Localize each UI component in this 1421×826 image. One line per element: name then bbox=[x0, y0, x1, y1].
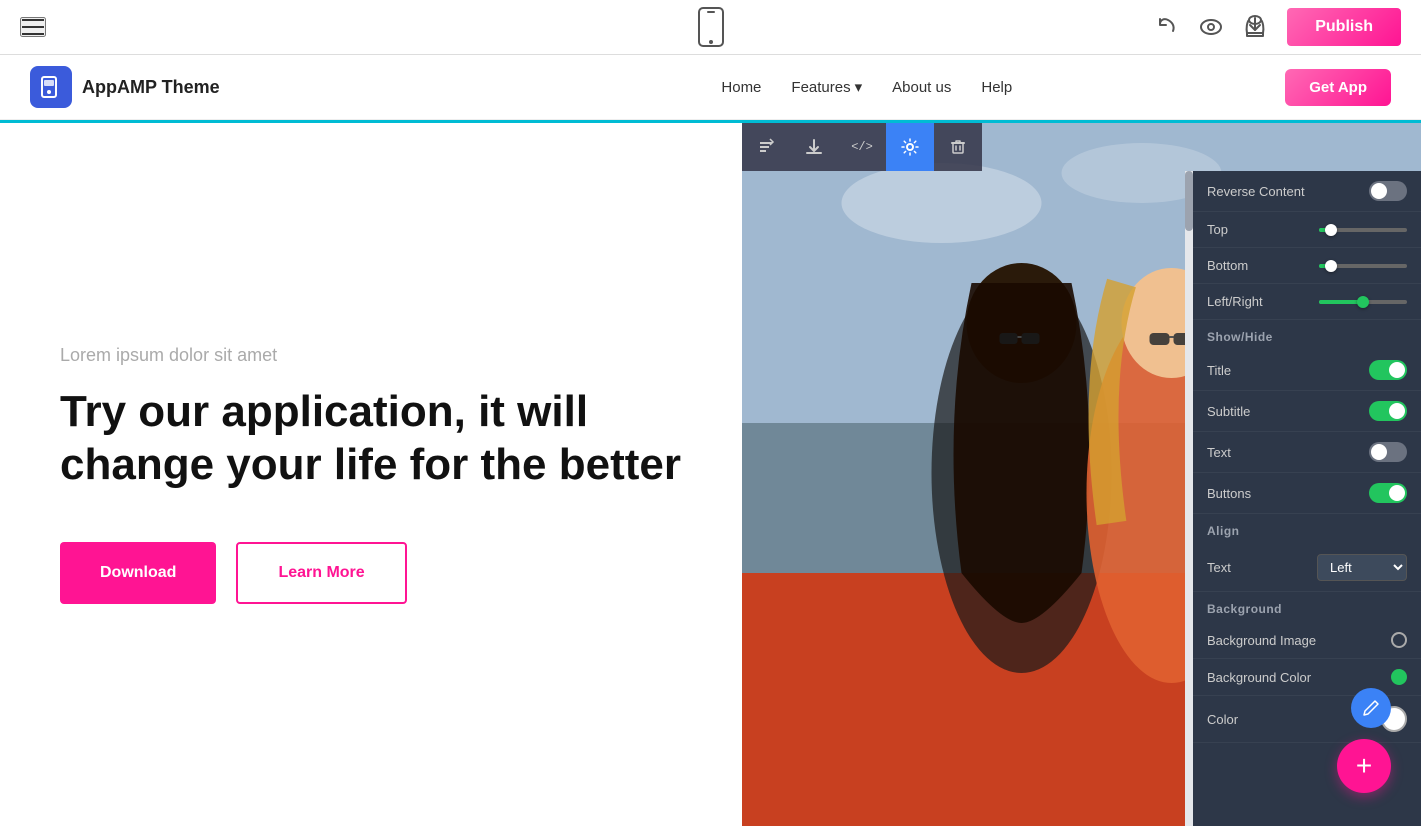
background-image-row: Background Image bbox=[1193, 622, 1421, 659]
undo-button[interactable] bbox=[1157, 16, 1179, 38]
nav-features[interactable]: Features ▾ bbox=[791, 78, 862, 96]
nav-about[interactable]: About us bbox=[892, 79, 951, 96]
background-color-label: Background Color bbox=[1207, 670, 1311, 685]
site-header: AppAMP Theme Home Features ▾ About us He… bbox=[0, 55, 1421, 120]
plus-icon: + bbox=[1356, 752, 1372, 780]
hero-button-row: Download Learn More bbox=[60, 542, 682, 604]
background-color-row: Background Color bbox=[1193, 659, 1421, 696]
text-toggle[interactable] bbox=[1369, 442, 1407, 462]
title-label: Title bbox=[1207, 363, 1231, 378]
title-toggle[interactable] bbox=[1369, 360, 1407, 380]
left-right-slider[interactable] bbox=[1319, 300, 1407, 304]
panel-actions-toolbar: </> bbox=[742, 123, 982, 171]
content-panel: Lorem ipsum dolor sit amet Try our appli… bbox=[0, 123, 742, 826]
download-action-button[interactable] bbox=[790, 123, 838, 171]
toolbar-right: Publish bbox=[1157, 8, 1401, 46]
settings-panel: Reverse Content Top Bottom bbox=[1193, 171, 1421, 826]
subtitle-label: Subtitle bbox=[1207, 404, 1250, 419]
bottom-slider[interactable] bbox=[1319, 264, 1407, 268]
text-toggle-row: Text bbox=[1193, 432, 1421, 473]
hero-subtitle: Lorem ipsum dolor sit amet bbox=[60, 345, 682, 366]
left-right-label: Left/Right bbox=[1207, 294, 1263, 309]
buttons-toggle[interactable] bbox=[1369, 483, 1407, 503]
toolbar-center bbox=[697, 6, 725, 48]
text-align-select[interactable]: Left Center Right bbox=[1317, 554, 1407, 581]
site-title: AppAMP Theme bbox=[82, 77, 220, 98]
nav-home[interactable]: Home bbox=[721, 79, 761, 96]
export-button[interactable] bbox=[1243, 15, 1267, 39]
get-app-button[interactable]: Get App bbox=[1285, 69, 1391, 106]
delete-action-button[interactable] bbox=[934, 123, 982, 171]
publish-button[interactable]: Publish bbox=[1287, 8, 1401, 46]
main-area: Lorem ipsum dolor sit amet Try our appli… bbox=[0, 123, 1421, 826]
color-label: Color bbox=[1207, 712, 1238, 727]
preview-button[interactable] bbox=[1199, 15, 1223, 39]
background-image-radio[interactable] bbox=[1391, 632, 1407, 648]
edit-pencil-button[interactable] bbox=[1351, 688, 1391, 728]
text-align-row: Text Left Center Right bbox=[1193, 544, 1421, 592]
reverse-content-toggle[interactable] bbox=[1369, 181, 1407, 201]
scroll-thumb[interactable] bbox=[1185, 171, 1193, 231]
toolbar-left bbox=[20, 17, 46, 37]
top-label: Top bbox=[1207, 222, 1228, 237]
hamburger-menu-button[interactable] bbox=[20, 17, 46, 37]
subtitle-toggle-row: Subtitle bbox=[1193, 391, 1421, 432]
background-color-radio[interactable] bbox=[1391, 669, 1407, 685]
hero-heading: Try our application, it will change your… bbox=[60, 386, 682, 492]
top-toolbar: Publish bbox=[0, 0, 1421, 55]
sort-action-button[interactable] bbox=[742, 123, 790, 171]
bottom-slider-row: Bottom bbox=[1193, 248, 1421, 284]
text-align-label: Text bbox=[1207, 560, 1231, 575]
bottom-label: Bottom bbox=[1207, 258, 1248, 273]
text-label: Text bbox=[1207, 445, 1231, 460]
buttons-toggle-row: Buttons bbox=[1193, 473, 1421, 514]
download-button[interactable]: Download bbox=[60, 542, 216, 604]
background-image-label: Background Image bbox=[1207, 633, 1316, 648]
scroll-indicator bbox=[1185, 171, 1193, 826]
site-nav: Home Features ▾ About us Help bbox=[448, 78, 1285, 96]
buttons-label: Buttons bbox=[1207, 486, 1251, 501]
nav-help[interactable]: Help bbox=[981, 79, 1012, 96]
learn-more-button[interactable]: Learn More bbox=[236, 542, 406, 604]
subtitle-toggle[interactable] bbox=[1369, 401, 1407, 421]
code-action-button[interactable]: </> bbox=[838, 123, 886, 171]
image-panel: </> Reverse C bbox=[742, 123, 1421, 826]
background-header: Background bbox=[1193, 592, 1421, 622]
left-right-slider-row: Left/Right bbox=[1193, 284, 1421, 320]
reverse-content-row: Reverse Content bbox=[1193, 171, 1421, 212]
logo-icon bbox=[39, 75, 63, 99]
chevron-down-icon: ▾ bbox=[855, 78, 863, 96]
add-button[interactable]: + bbox=[1337, 739, 1391, 793]
title-toggle-row: Title bbox=[1193, 350, 1421, 391]
logo-box bbox=[30, 66, 72, 108]
show-hide-header: Show/Hide bbox=[1193, 320, 1421, 350]
phone-preview-button[interactable] bbox=[697, 6, 725, 48]
top-slider[interactable] bbox=[1319, 228, 1407, 232]
logo-area: AppAMP Theme bbox=[30, 66, 448, 108]
align-header: Align bbox=[1193, 514, 1421, 544]
reverse-content-label: Reverse Content bbox=[1207, 184, 1305, 199]
settings-action-button[interactable] bbox=[886, 123, 934, 171]
top-slider-row: Top bbox=[1193, 212, 1421, 248]
